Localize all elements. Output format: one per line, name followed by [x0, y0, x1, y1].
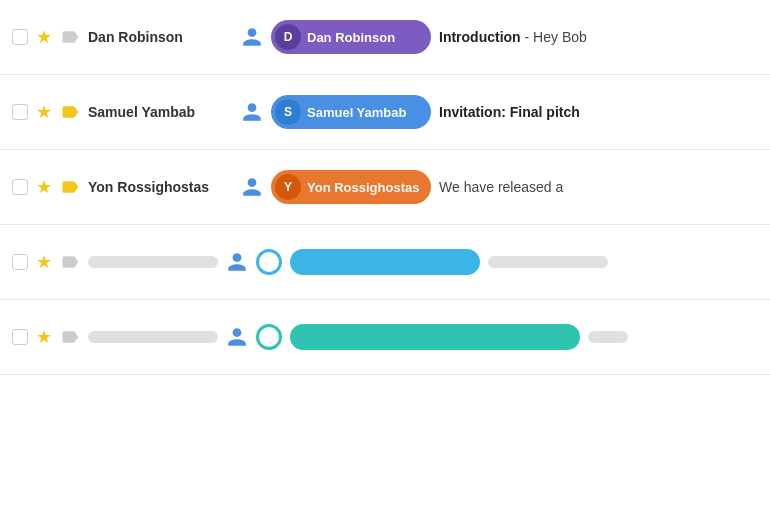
avatar-pill-label-2: Samuel Yambab: [307, 105, 406, 120]
avatar-circle-2: S: [275, 99, 301, 125]
loading-bar-circle-4: [256, 249, 282, 275]
loading-bar-5: [290, 324, 580, 350]
subject-text-3: We have released a: [439, 179, 563, 195]
person-icon-3[interactable]: [241, 176, 263, 198]
email-subject-2: Invitation: Final pitch: [439, 104, 758, 120]
sender-name-2: Samuel Yambab: [88, 104, 233, 120]
placeholder-sender-4: [88, 256, 218, 268]
star-icon-2[interactable]: ★: [36, 101, 52, 123]
sender-name-3: Yon Rossighostas: [88, 179, 233, 195]
checkbox-4[interactable]: [12, 254, 28, 270]
email-row-2: ★ Samuel Yambab S Samuel Yambab Invitati…: [0, 75, 770, 150]
loading-bar-wrap-5: [256, 324, 758, 350]
tag-icon-5[interactable]: [60, 327, 80, 347]
person-icon-5[interactable]: [226, 326, 248, 348]
loading-bar-wrap-4: [256, 249, 758, 275]
person-icon-4[interactable]: [226, 251, 248, 273]
avatar-pill-1: D Dan Robinson: [271, 20, 431, 54]
email-row-4: ★: [0, 225, 770, 300]
avatar-circle-1: D: [275, 24, 301, 50]
avatar-pill-label-1: Dan Robinson: [307, 30, 395, 45]
email-row-5: ★: [0, 300, 770, 375]
star-icon-4[interactable]: ★: [36, 251, 52, 273]
tag-icon-4[interactable]: [60, 252, 80, 272]
checkbox-1[interactable]: [12, 29, 28, 45]
email-row-3: ★ Yon Rossighostas Y Yon Rossighostas We…: [0, 150, 770, 225]
email-subject-1: Introduction - Hey Bob: [439, 29, 758, 45]
email-subject-3: We have released a: [439, 179, 758, 195]
star-icon-3[interactable]: ★: [36, 176, 52, 198]
placeholder-sender-5: [88, 331, 218, 343]
person-icon-1[interactable]: [241, 26, 263, 48]
placeholder-subject-4: [488, 256, 608, 268]
avatar-pill-label-3: Yon Rossighostas: [307, 180, 419, 195]
sender-name-1: Dan Robinson: [88, 29, 233, 45]
subject-bold-2: Invitation: Final pitch: [439, 104, 580, 120]
loading-bar-4: [290, 249, 480, 275]
tag-icon-1[interactable]: [60, 27, 80, 47]
avatar-pill-3: Y Yon Rossighostas: [271, 170, 431, 204]
star-icon-5[interactable]: ★: [36, 326, 52, 348]
loading-bar-circle-5: [256, 324, 282, 350]
subject-bold-1: Introduction: [439, 29, 521, 45]
tag-icon-2[interactable]: [60, 102, 80, 122]
avatar-pill-2: S Samuel Yambab: [271, 95, 431, 129]
person-icon-2[interactable]: [241, 101, 263, 123]
placeholder-subject-5: [588, 331, 628, 343]
star-icon-1[interactable]: ★: [36, 26, 52, 48]
checkbox-2[interactable]: [12, 104, 28, 120]
checkbox-5[interactable]: [12, 329, 28, 345]
checkbox-3[interactable]: [12, 179, 28, 195]
tag-icon-3[interactable]: [60, 177, 80, 197]
avatar-circle-3: Y: [275, 174, 301, 200]
email-row-1: ★ Dan Robinson D Dan Robinson Introducti…: [0, 0, 770, 75]
